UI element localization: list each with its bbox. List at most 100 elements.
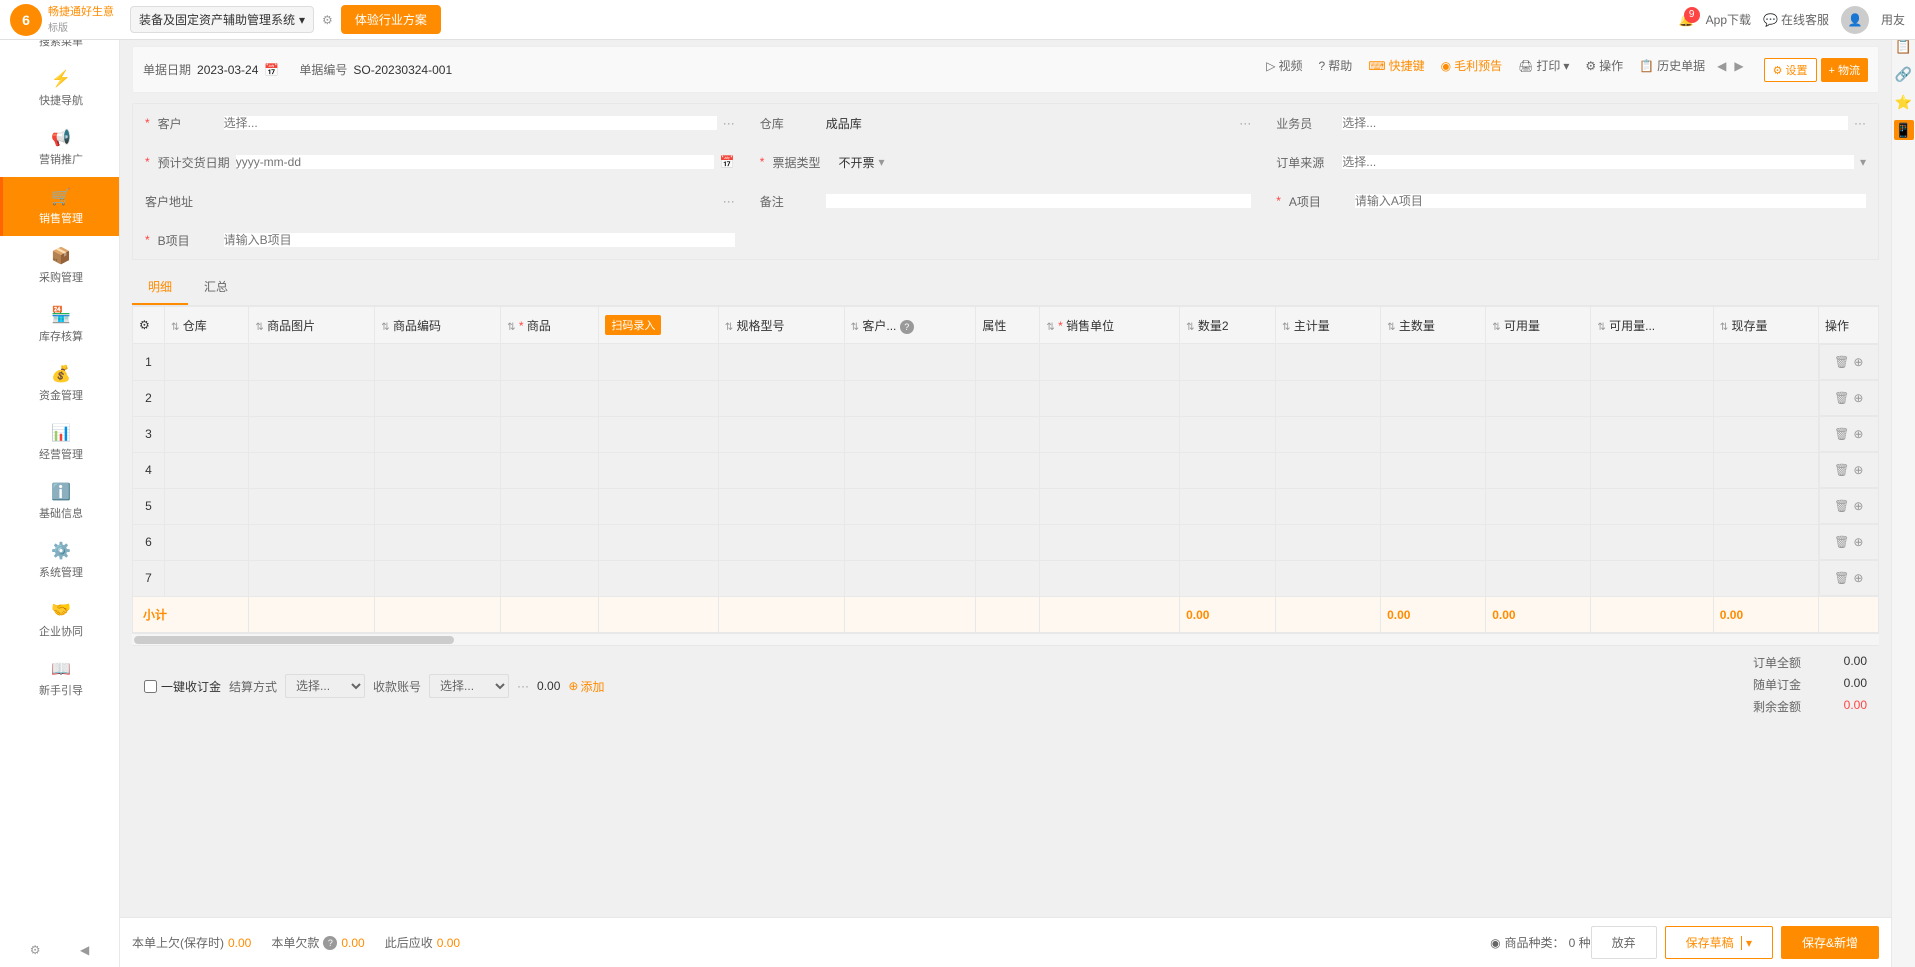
right-btn-5[interactable]: 📱	[1894, 120, 1914, 140]
row-product[interactable]	[501, 560, 599, 597]
sidebar-item-system[interactable]: ⚙️ 系统管理	[0, 531, 119, 590]
row-main-qty[interactable]	[1381, 488, 1486, 524]
one-click-checkbox[interactable]	[144, 680, 157, 693]
row-main-unit[interactable]	[1276, 488, 1381, 524]
right-btn-4[interactable]: ⭐	[1894, 92, 1914, 112]
row-spec[interactable]	[718, 488, 844, 524]
sidebar-item-base[interactable]: ℹ️ 基础信息	[0, 472, 119, 531]
abandon-btn[interactable]: 放弃	[1591, 926, 1657, 959]
sort-icon[interactable]: ⇅	[1282, 322, 1290, 333]
profit-btn[interactable]: ◉ 毛利预告	[1437, 55, 1507, 76]
delete-icon[interactable]: 🗑	[1834, 571, 1849, 585]
row-product[interactable]	[501, 488, 599, 524]
row-spec[interactable]	[718, 416, 844, 452]
address-dots[interactable]: ···	[723, 194, 735, 208]
row-code[interactable]	[375, 452, 501, 488]
view-btn[interactable]: ▷ 视频	[1262, 55, 1306, 76]
row-customer-code[interactable]	[844, 344, 976, 381]
warehouse-dots[interactable]: ···	[1239, 116, 1251, 130]
row-main-qty[interactable]	[1381, 560, 1486, 597]
row-main-unit[interactable]	[1276, 344, 1381, 381]
sort-icon[interactable]: ⇅	[1387, 322, 1395, 333]
row-code[interactable]	[375, 560, 501, 597]
calendar-icon[interactable]: 📅	[720, 155, 735, 169]
sidebar-item-collab[interactable]: 🤝 企业协同	[0, 590, 119, 649]
shortcut-btn[interactable]: ⌨ 快捷键	[1364, 55, 1428, 76]
payment-dots[interactable]: ···	[517, 679, 529, 693]
sort-icon[interactable]: ⇅	[1720, 322, 1728, 333]
row-main-unit[interactable]	[1276, 416, 1381, 452]
row-product[interactable]	[501, 380, 599, 416]
staff-input[interactable]	[1342, 116, 1848, 130]
sidebar-collapse-icon[interactable]: ◀	[80, 943, 89, 957]
notification-icon[interactable]: 🔔 9	[1679, 13, 1694, 27]
save-new-btn[interactable]: 保存&新增	[1781, 926, 1879, 959]
row-qty2[interactable]	[1180, 344, 1276, 381]
sidebar-item-nav[interactable]: ⚡ 快捷导航	[0, 59, 119, 118]
row-main-qty[interactable]	[1381, 452, 1486, 488]
row-spec[interactable]	[718, 524, 844, 560]
row-product[interactable]	[501, 524, 599, 560]
row-qty2[interactable]	[1180, 416, 1276, 452]
row-warehouse[interactable]	[165, 560, 249, 597]
row-main-qty[interactable]	[1381, 380, 1486, 416]
row-warehouse[interactable]	[165, 380, 249, 416]
tab-summary[interactable]: 汇总	[188, 270, 244, 305]
delete-icon[interactable]: 🗑	[1834, 463, 1849, 477]
row-main-unit[interactable]	[1276, 560, 1381, 597]
gear-icon[interactable]: ⚙	[322, 13, 333, 27]
customer-input[interactable]	[224, 116, 717, 130]
scan-btn[interactable]: 扫码录入	[605, 315, 661, 335]
row-attribute[interactable]	[976, 344, 1040, 381]
row-attribute[interactable]	[976, 524, 1040, 560]
row-qty2[interactable]	[1180, 380, 1276, 416]
row-main-qty[interactable]	[1381, 416, 1486, 452]
scrollbar-thumb[interactable]	[134, 636, 454, 644]
row-code[interactable]	[375, 524, 501, 560]
staff-dots[interactable]: ···	[1854, 116, 1866, 130]
delete-icon[interactable]: 🗑	[1834, 427, 1849, 441]
row-attribute[interactable]	[976, 452, 1040, 488]
row-unit[interactable]	[1040, 344, 1180, 381]
sort-icon[interactable]: ⇅	[725, 322, 733, 333]
sort-icon[interactable]: ⇅	[507, 322, 515, 333]
row-attribute[interactable]	[976, 560, 1040, 597]
delete-icon[interactable]: 🗑	[1834, 535, 1849, 549]
row-main-unit[interactable]	[1276, 380, 1381, 416]
row-customer-code[interactable]	[844, 488, 976, 524]
copy-icon[interactable]: ⊕	[1853, 499, 1863, 513]
row-main-qty[interactable]	[1381, 524, 1486, 560]
th-settings[interactable]: ⚙	[133, 307, 165, 344]
row-warehouse[interactable]	[165, 452, 249, 488]
sort-icon[interactable]: ⇅	[1046, 322, 1054, 333]
settings-btn[interactable]: ⚙ 设置	[1764, 58, 1817, 82]
row-qty2[interactable]	[1180, 560, 1276, 597]
row-code[interactable]	[375, 380, 501, 416]
sidebar-item-finance[interactable]: 💰 资金管理	[0, 354, 119, 413]
row-qty2[interactable]	[1180, 488, 1276, 524]
info-icon[interactable]: ?	[323, 936, 337, 950]
sidebar-item-inventory[interactable]: 🏪 库存核算	[0, 295, 119, 354]
sidebar-item-marketing[interactable]: 📢 营销推广	[0, 118, 119, 177]
row-warehouse[interactable]	[165, 416, 249, 452]
remark-input[interactable]	[826, 194, 1251, 208]
row-attribute[interactable]	[976, 380, 1040, 416]
row-unit[interactable]	[1040, 560, 1180, 597]
copy-icon[interactable]: ⊕	[1853, 571, 1863, 585]
account-select[interactable]: 选择...	[429, 674, 509, 698]
row-spec[interactable]	[718, 452, 844, 488]
sidebar-item-sales[interactable]: 🛒 销售管理	[0, 177, 119, 236]
sort-icon[interactable]: ⇅	[1597, 322, 1605, 333]
row-unit[interactable]	[1040, 416, 1180, 452]
nav-prev-icon[interactable]: ◀	[1717, 59, 1726, 73]
history-btn[interactable]: 📋 历史单据	[1635, 55, 1709, 76]
row-warehouse[interactable]	[165, 344, 249, 381]
row-customer-code[interactable]	[844, 452, 976, 488]
save-draft-dropdown-icon[interactable]: ▾	[1741, 936, 1752, 950]
ops-btn[interactable]: ⚙ 操作	[1581, 55, 1627, 76]
customer-dots[interactable]: ···	[723, 116, 735, 130]
sort-icon[interactable]: ⇅	[1492, 322, 1500, 333]
invoice-select[interactable]: 不开票 ▾	[838, 154, 1251, 171]
sort-icon[interactable]: ⇅	[171, 322, 179, 333]
calendar-icon[interactable]: 📅	[264, 63, 279, 77]
